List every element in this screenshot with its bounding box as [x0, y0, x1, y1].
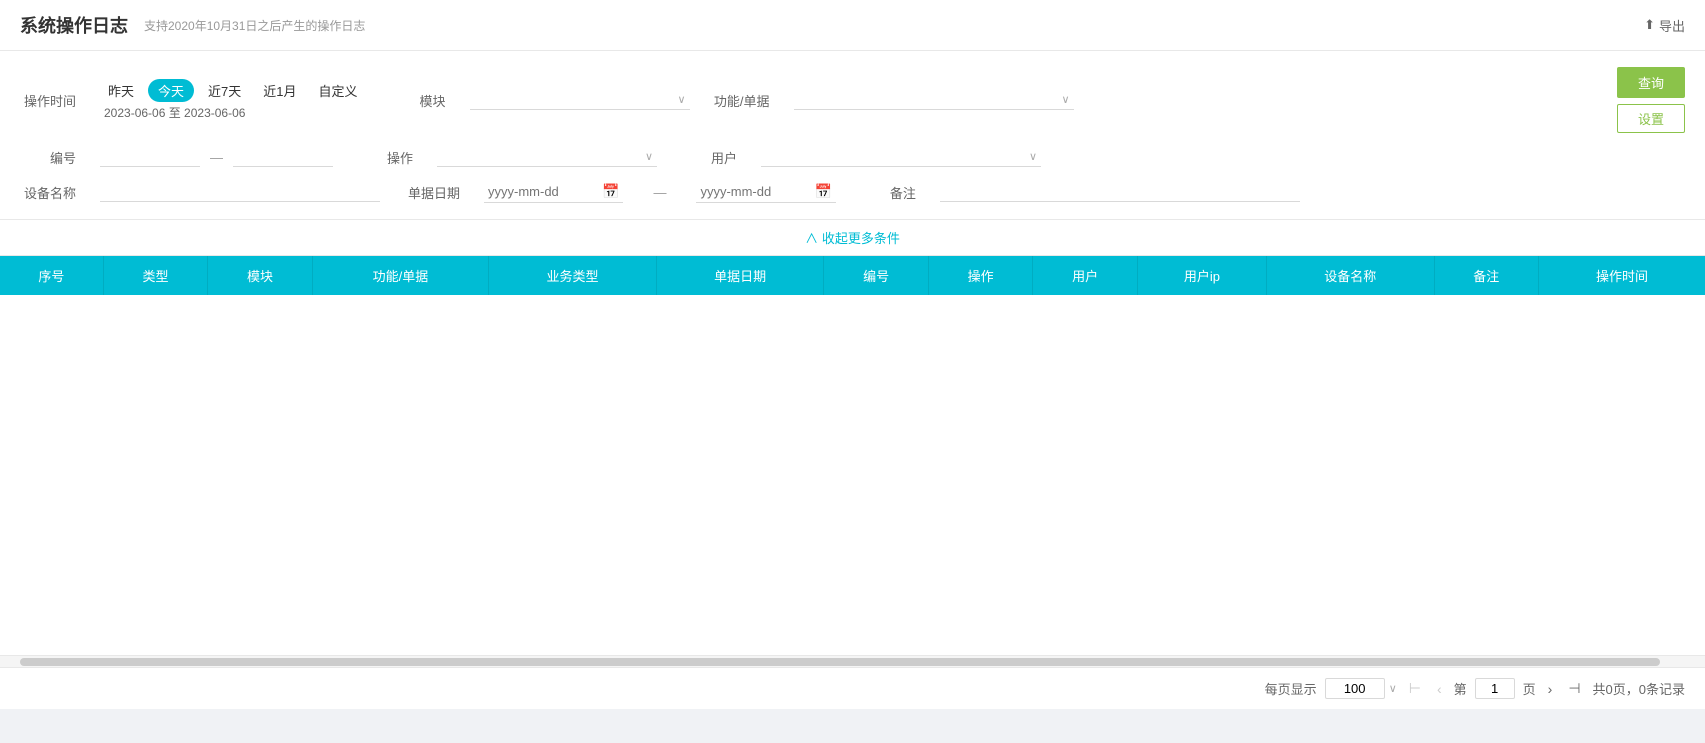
page-number-input[interactable] — [1475, 678, 1515, 699]
device-input[interactable] — [100, 182, 380, 202]
col-user-ip: 用户ip — [1137, 256, 1266, 295]
module-input[interactable] — [474, 92, 678, 107]
function-select[interactable]: ∨ — [794, 90, 1074, 110]
time-range-display: 2023-06-06 至 2023-06-06 — [104, 104, 366, 121]
filter-row-1: 操作时间 昨天 今天 近7天 近1月 自定义 2023-06-06 至 2023… — [20, 67, 1685, 133]
time-label: 操作时间 — [20, 91, 76, 110]
collapse-bar[interactable]: ∧ 收起更多条件 — [0, 220, 1705, 256]
number-end-input[interactable] — [233, 147, 333, 167]
prev-page-button[interactable]: ‹ — [1433, 679, 1446, 699]
collapse-label: 收起更多条件 — [822, 231, 900, 246]
total-info: 共0页，0条记录 — [1593, 679, 1685, 698]
date-end-input[interactable] — [700, 184, 810, 199]
note-label: 备注 — [860, 183, 916, 202]
device-label: 设备名称 — [20, 183, 76, 202]
col-device: 设备名称 — [1266, 256, 1434, 295]
operation-chevron-icon: ∨ — [645, 150, 653, 163]
filter-row-3: 设备名称 单据日期 📅 — 📅 备注 — [20, 181, 1685, 203]
filter-section: 操作时间 昨天 今天 近7天 近1月 自定义 2023-06-06 至 2023… — [0, 51, 1705, 220]
col-type: 类型 — [103, 256, 207, 295]
time-btn-custom[interactable]: 自定义 — [311, 79, 366, 102]
voucher-date-label: 单据日期 — [404, 183, 460, 202]
query-button[interactable]: 查询 — [1617, 67, 1685, 98]
time-btn-yesterday[interactable]: 昨天 — [100, 79, 142, 102]
time-area: 昨天 今天 近7天 近1月 自定义 2023-06-06 至 2023-06-0… — [100, 79, 366, 121]
col-index: 序号 — [0, 256, 103, 295]
col-operation: 操作 — [928, 256, 1032, 295]
col-op-time: 操作时间 — [1539, 256, 1705, 295]
settings-button[interactable]: 设置 — [1617, 104, 1685, 133]
next-page-button[interactable]: › — [1544, 679, 1557, 699]
time-btn-1month[interactable]: 近1月 — [255, 79, 304, 102]
page-size-chevron-icon: ∨ — [1389, 682, 1397, 695]
time-btn-today[interactable]: 今天 — [148, 79, 194, 102]
page-label: 第 — [1454, 679, 1467, 698]
col-user: 用户 — [1033, 256, 1137, 295]
module-chevron-icon: ∨ — [677, 93, 685, 106]
module-select[interactable]: ∨ — [470, 90, 690, 110]
data-table: 序号 类型 模块 功能/单据 业务类型 单据日期 编号 操作 用户 用户ip 设… — [0, 256, 1705, 295]
page-title: 系统操作日志 — [20, 12, 128, 38]
user-input[interactable] — [765, 149, 1029, 164]
calendar-start-icon[interactable]: 📅 — [602, 183, 619, 200]
page-unit: 页 — [1523, 679, 1536, 698]
export-button[interactable]: ⬆ 导出 — [1644, 16, 1685, 35]
col-note: 备注 — [1434, 256, 1538, 295]
operation-input[interactable] — [441, 149, 645, 164]
filter-row-2: 编号 — 操作 ∨ 用户 ∨ — [20, 147, 1685, 167]
date-separator: — — [653, 185, 666, 200]
user-select[interactable]: ∨ — [761, 147, 1041, 167]
user-chevron-icon: ∨ — [1029, 150, 1037, 163]
table-header-row: 序号 类型 模块 功能/单据 业务类型 单据日期 编号 操作 用户 用户ip 设… — [0, 256, 1705, 295]
number-separator: — — [210, 150, 223, 165]
col-function: 功能/单据 — [312, 256, 488, 295]
function-chevron-icon: ∨ — [1061, 93, 1069, 106]
page-size-input[interactable] — [1325, 678, 1385, 699]
table-head: 序号 类型 模块 功能/单据 业务类型 单据日期 编号 操作 用户 用户ip 设… — [0, 256, 1705, 295]
scrollbar-thumb[interactable] — [20, 658, 1660, 666]
page-size-label: 每页显示 — [1265, 679, 1317, 698]
col-voucher-date: 单据日期 — [656, 256, 824, 295]
calendar-end-icon[interactable]: 📅 — [814, 183, 831, 200]
page-header: 系统操作日志 支持2020年10月31日之后产生的操作日志 ⬆ 导出 — [0, 0, 1705, 51]
page-size-select: ∨ — [1325, 678, 1397, 699]
first-page-button[interactable]: ⊢ — [1405, 678, 1425, 699]
col-number: 编号 — [824, 256, 928, 295]
operation-select[interactable]: ∨ — [437, 147, 657, 167]
time-buttons: 昨天 今天 近7天 近1月 自定义 — [100, 79, 366, 102]
action-buttons: 查询 设置 — [1617, 67, 1685, 133]
page-subtitle: 支持2020年10月31日之后产生的操作日志 — [144, 17, 365, 34]
date-end-wrapper: 📅 — [696, 181, 835, 203]
empty-area — [0, 295, 1705, 655]
function-input[interactable] — [798, 92, 1062, 107]
number-start-input[interactable] — [100, 147, 200, 167]
module-label: 模块 — [390, 91, 446, 110]
collapse-icon: ∧ — [805, 231, 818, 246]
note-input[interactable] — [940, 182, 1300, 202]
operation-label: 操作 — [357, 148, 413, 167]
function-label: 功能/单据 — [714, 91, 770, 110]
export-icon: ⬆ — [1644, 17, 1655, 33]
number-range: — — [100, 147, 333, 167]
scrollbar-area[interactable] — [0, 655, 1705, 667]
date-start-wrapper: 📅 — [484, 181, 623, 203]
number-label: 编号 — [20, 148, 76, 167]
table-container: 序号 类型 模块 功能/单据 业务类型 单据日期 编号 操作 用户 用户ip 设… — [0, 256, 1705, 655]
col-module: 模块 — [208, 256, 312, 295]
user-label: 用户 — [681, 148, 737, 167]
pagination-bar: 每页显示 ∨ ⊢ ‹ 第 页 › ⊣ 共0页，0条记录 — [0, 667, 1705, 709]
time-btn-7days[interactable]: 近7天 — [200, 79, 249, 102]
col-biz-type: 业务类型 — [489, 256, 657, 295]
date-start-input[interactable] — [488, 184, 598, 199]
last-page-button[interactable]: ⊣ — [1564, 678, 1584, 699]
